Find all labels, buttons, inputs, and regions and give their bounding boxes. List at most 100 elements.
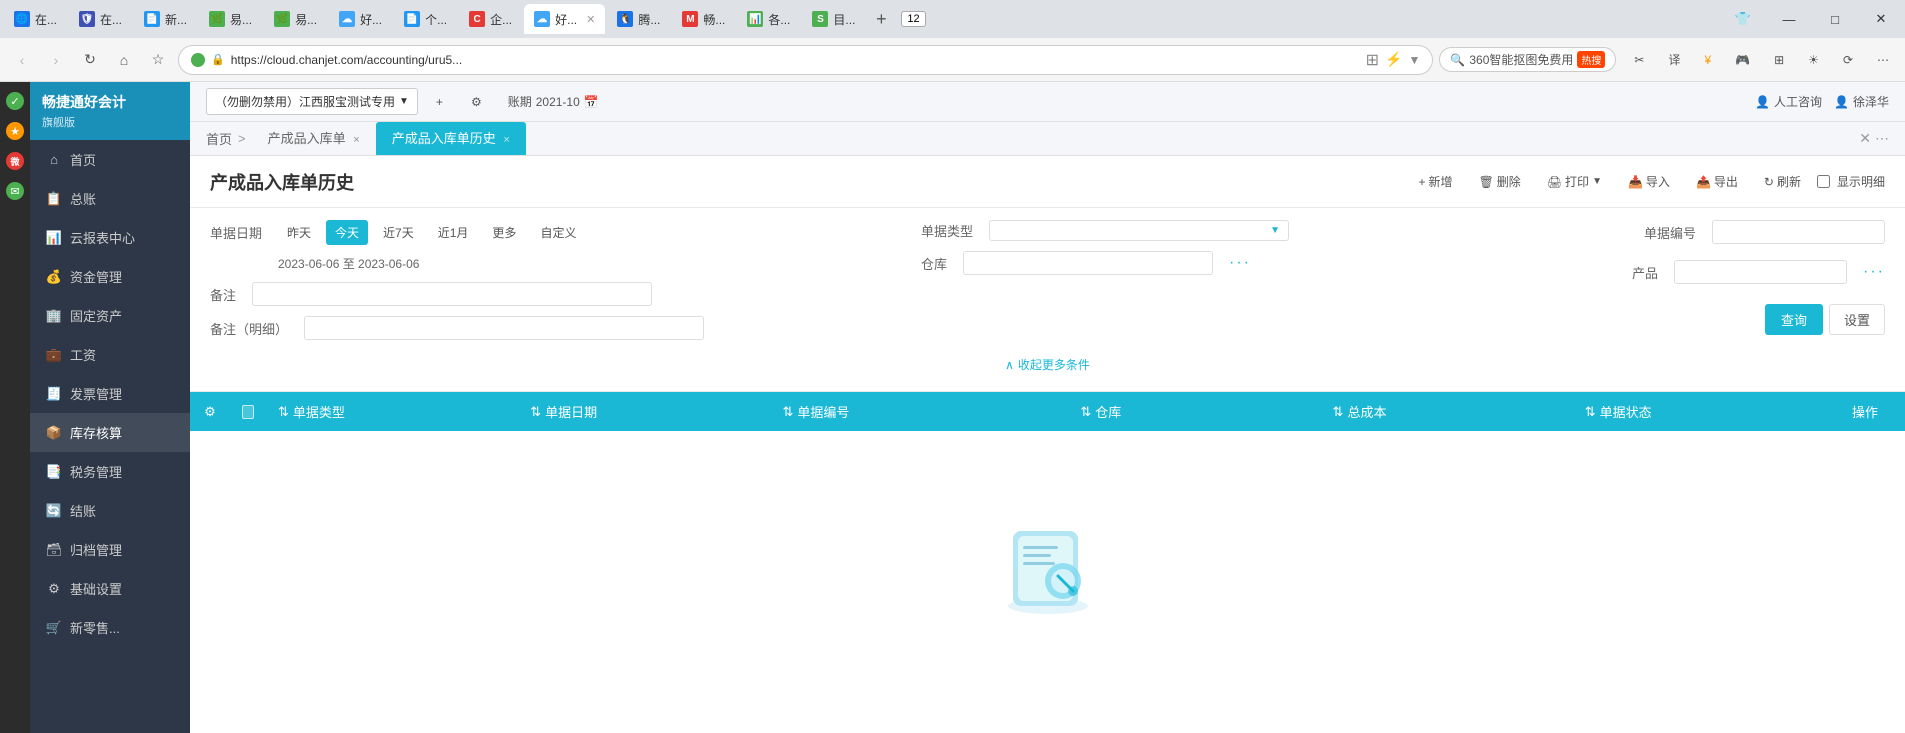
voucher-no-input[interactable] <box>1712 220 1885 244</box>
th-warehouse[interactable]: ⇅ 仓库 <box>1068 392 1320 431</box>
th-voucher-type[interactable]: ⇅ 单据类型 <box>266 392 518 431</box>
grid-icon[interactable]: ⊞ <box>1366 50 1379 70</box>
grid2-icon[interactable]: ⊞ <box>1766 49 1792 71</box>
show-columns-checkbox[interactable] <box>1817 175 1830 188</box>
new-tab-button[interactable]: + <box>867 5 895 33</box>
product-dots[interactable]: ··· <box>1863 263 1885 281</box>
minimize-button[interactable]: — <box>1769 0 1809 38</box>
tab-9-active[interactable]: ☁ 好... ✕ <box>524 4 605 34</box>
date-more-btn[interactable]: 更多 <box>483 220 525 245</box>
date-yesterday-btn[interactable]: 昨天 <box>278 220 320 245</box>
forward-button[interactable]: › <box>42 46 70 74</box>
tab-counter[interactable]: 12 <box>901 11 925 27</box>
sidebar-item-fixed-assets[interactable]: 🏢 固定资产 <box>30 296 190 335</box>
company-settings-button[interactable]: ⚙ <box>461 90 492 114</box>
tab-11[interactable]: M 畅... <box>672 4 735 34</box>
tab-parent-voucher[interactable]: 产成品入库单 × <box>252 122 376 155</box>
remark-detail-input[interactable] <box>304 316 704 340</box>
sidebar-item-fund[interactable]: 💰 资金管理 <box>30 257 190 296</box>
collapse-filters-button[interactable]: ∧ 收起更多条件 <box>210 350 1885 379</box>
sidebar-item-tax[interactable]: 📑 税务管理 <box>30 452 190 491</box>
voucher-type-select[interactable]: ▼ <box>989 220 1289 241</box>
consult-button[interactable]: 👤 人工咨询 <box>1755 93 1822 110</box>
user-profile[interactable]: 👤 徐泽华 <box>1834 93 1889 110</box>
rotate-icon[interactable]: ⟳ <box>1835 49 1861 71</box>
th-voucher-date[interactable]: ⇅ 单据日期 <box>518 392 770 431</box>
date-today-btn[interactable]: 今天 <box>326 220 368 245</box>
refresh-button[interactable]: ↻ 刷新 <box>1754 168 1811 195</box>
url-bar[interactable]: 🔒 https://cloud.chanjet.com/accounting/u… <box>178 45 1433 75</box>
home-button[interactable]: ⌂ <box>110 46 138 74</box>
tab-12[interactable]: 📊 各... <box>737 4 800 34</box>
remark-input[interactable] <box>252 282 652 306</box>
th-total-cost[interactable]: ⇅ 总成本 <box>1321 392 1573 431</box>
tab-5[interactable]: 🌿 易... <box>264 4 327 34</box>
tab-3[interactable]: 📄 新... <box>134 4 197 34</box>
tab-current-voucher-history[interactable]: 产成品入库单历史 × <box>376 122 526 155</box>
select-all-checkbox[interactable] <box>242 405 254 419</box>
page-close-button[interactable]: ✕ <box>1859 130 1871 147</box>
tab-13[interactable]: S 目... <box>802 4 865 34</box>
company-selector[interactable]: （勿删勿禁用）江西服宝测试专用 ▼ <box>206 88 418 115</box>
tab-4[interactable]: 🌿 易... <box>199 4 262 34</box>
dropdown-arrow[interactable]: ▼ <box>1409 53 1421 67</box>
yuan-icon[interactable]: ¥ <box>1696 49 1719 71</box>
sidebar-item-inventory[interactable]: 📦 库存核算 <box>30 413 190 452</box>
lightning-icon[interactable]: ⚡ <box>1385 51 1402 68</box>
export-button[interactable]: 📤 导出 <box>1686 168 1748 195</box>
tab-7[interactable]: 📄 个... <box>394 4 457 34</box>
tab-parent-close[interactable]: × <box>353 134 359 146</box>
tab-10[interactable]: 🐧 腾... <box>607 4 670 34</box>
th-voucher-no[interactable]: ⇅ 单据编号 <box>770 392 1068 431</box>
print-button[interactable]: 🖨 打印 ▼ <box>1537 168 1612 195</box>
search-box[interactable]: 🔍 360智能抠图免费用 热搜 <box>1439 47 1616 72</box>
tab-8[interactable]: C 企... <box>459 4 522 34</box>
sun-icon[interactable]: ☀ <box>1800 49 1827 71</box>
game-icon[interactable]: 🎮 <box>1727 49 1758 71</box>
delete-button[interactable]: 🗑 删除 <box>1469 168 1531 195</box>
th-status[interactable]: ⇅ 单据状态 <box>1573 392 1825 431</box>
sidebar-item-ledger[interactable]: 📋 总账 <box>30 179 190 218</box>
product-input[interactable] <box>1674 260 1847 284</box>
sidebar-item-cloud-report[interactable]: 📊 云报表中心 <box>30 218 190 257</box>
sidebar-item-home[interactable]: ⌂ 首页 <box>30 140 190 179</box>
back-button[interactable]: ‹ <box>8 46 36 74</box>
settings-button[interactable]: 设置 <box>1829 304 1885 335</box>
tab-9-close[interactable]: ✕ <box>586 13 595 26</box>
tab-2[interactable]: 🛡 在... <box>69 4 132 34</box>
sidebar-item-archive[interactable]: 🗃 归档管理 <box>30 530 190 569</box>
warehouse-input[interactable] <box>963 251 1213 275</box>
import-button[interactable]: 📥 导入 <box>1618 168 1680 195</box>
add-company-button[interactable]: + <box>426 90 453 114</box>
tab-1[interactable]: 🌐 在... <box>4 4 67 34</box>
sidebar-item-base-settings[interactable]: ⚙ 基础设置 <box>30 569 190 608</box>
date-last-month-btn[interactable]: 近1月 <box>429 220 478 245</box>
calendar-icon[interactable]: 📅 <box>584 95 599 109</box>
sidebar-item-invoice[interactable]: 🧾 发票管理 <box>30 374 190 413</box>
more-menu[interactable]: ⋯ <box>1869 49 1897 71</box>
close-button[interactable]: ✕ <box>1861 0 1901 38</box>
page-more-button[interactable]: ⋯ <box>1875 130 1889 147</box>
app-icon-mail[interactable]: ✉ <box>2 178 28 204</box>
breadcrumb-home[interactable]: 首页 <box>206 129 232 148</box>
add-button[interactable]: + 新增 <box>1409 168 1463 195</box>
warehouse-dots[interactable]: ··· <box>1229 254 1251 272</box>
show-columns-button[interactable]: 显示明细 <box>1817 173 1885 190</box>
date-last7-btn[interactable]: 近7天 <box>374 220 423 245</box>
refresh-button[interactable]: ↻ <box>76 46 104 74</box>
app-icon-home[interactable]: ✓ <box>2 88 28 114</box>
shirt-icon[interactable]: 👕 <box>1723 0 1763 38</box>
app-icon-star[interactable]: ★ <box>2 118 28 144</box>
translate-icon[interactable]: 译 <box>1660 47 1688 72</box>
th-gear[interactable]: ⚙ <box>190 394 230 430</box>
tab-6[interactable]: ☁ 好... <box>329 4 392 34</box>
query-button[interactable]: 查询 <box>1765 304 1823 335</box>
bookmark-button[interactable]: ☆ <box>144 46 172 74</box>
app-icon-weibo[interactable]: 微 <box>2 148 28 174</box>
th-checkbox[interactable] <box>230 395 266 429</box>
sidebar-item-new-retail[interactable]: 🛒 新零售... <box>30 608 190 647</box>
scissors-icon[interactable]: ✂ <box>1626 49 1652 71</box>
tab-current-close[interactable]: × <box>503 134 509 146</box>
date-custom-btn[interactable]: 自定义 <box>531 220 585 245</box>
sidebar-item-salary[interactable]: 💼 工资 <box>30 335 190 374</box>
